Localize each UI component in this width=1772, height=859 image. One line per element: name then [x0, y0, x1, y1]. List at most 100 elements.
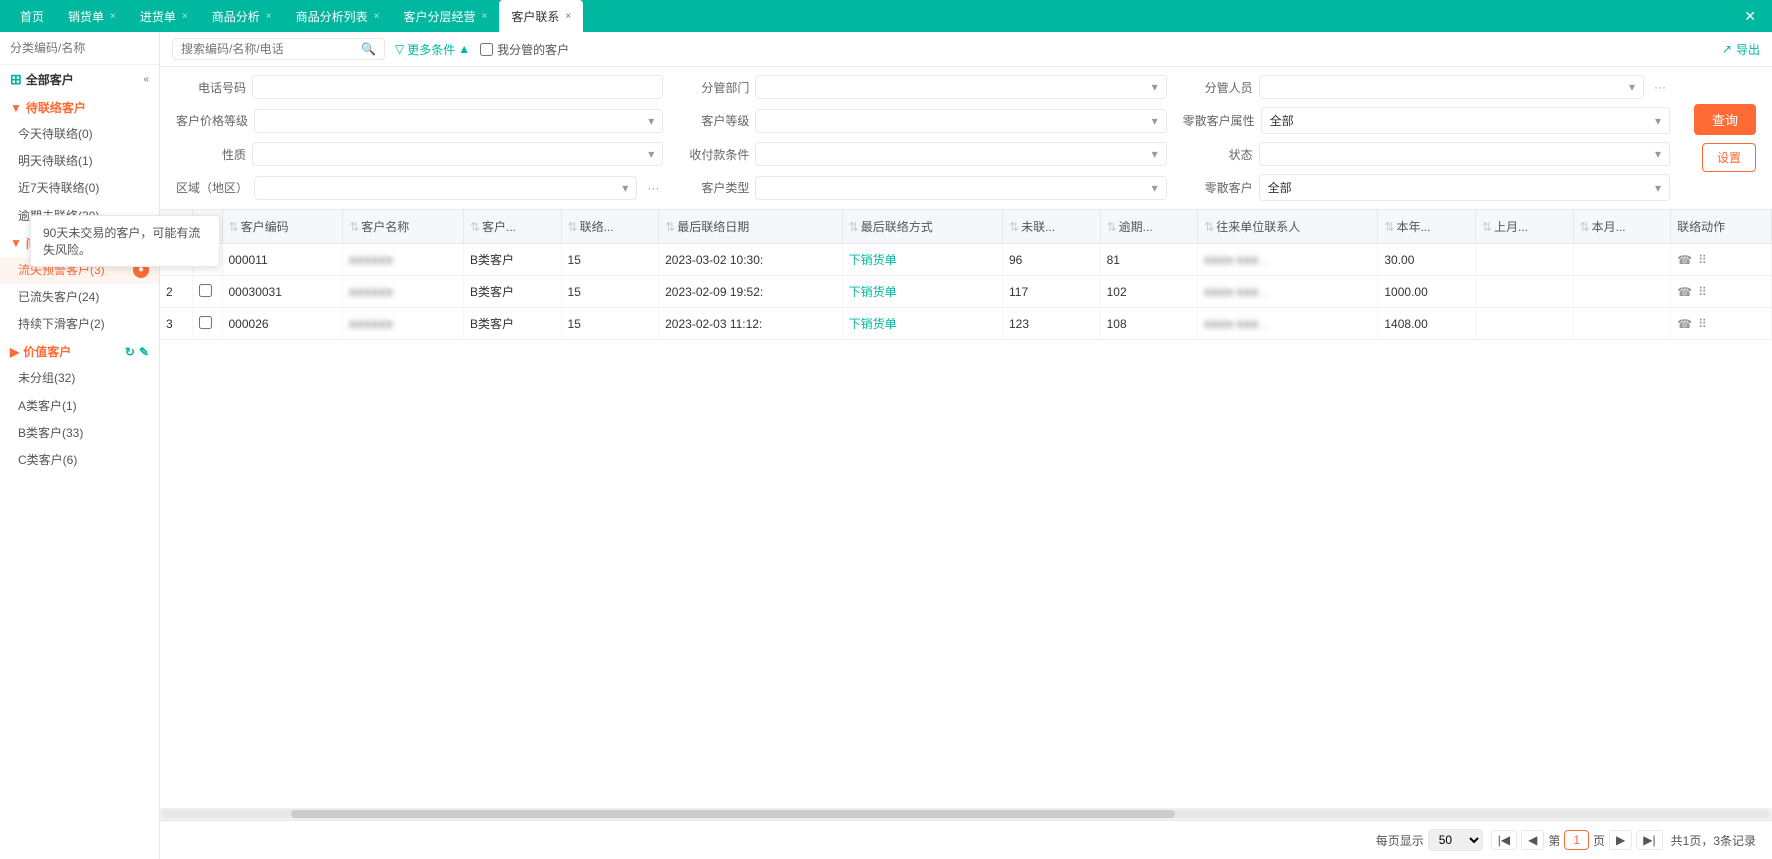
th-overdue[interactable]: ⇅ 逾期... [1100, 210, 1198, 244]
nav-customer-contact[interactable]: 客户联系 × [499, 0, 583, 32]
export-button[interactable]: ↗ 导出 [1722, 41, 1760, 58]
close-analysis-tab[interactable]: × [266, 11, 272, 22]
first-page-btn[interactable]: |◀ [1491, 830, 1517, 850]
filter-row-4: 区域（地区） ▾ ··· 客户类型 ▾ [176, 174, 1686, 201]
more-action-icon[interactable]: ⠿ [1698, 285, 1707, 299]
th-last-date[interactable]: ⇅ 最后联络日期 [659, 210, 843, 244]
sidebar-item-class-a[interactable]: A类客户(1) [0, 393, 159, 420]
th-this-month[interactable]: ⇅ 本月... [1573, 210, 1671, 244]
query-button[interactable]: 查询 [1694, 104, 1756, 135]
nav-purchase[interactable]: 进货单 × [128, 0, 200, 32]
filter-nature-select[interactable]: ▾ [252, 142, 663, 166]
row-checkbox[interactable] [199, 316, 212, 329]
filter-price-grade-select[interactable]: ▾ [254, 109, 663, 133]
cell-overdue: 108 [1100, 308, 1198, 340]
content-area: 🔍 ▽ 更多条件 ▲ 我分管的客户 ↗ 导出 [160, 32, 1772, 859]
row-checkbox[interactable] [199, 284, 212, 297]
filter-phone: 电话号码 [176, 75, 679, 99]
nav-analysis[interactable]: 商品分析 × [200, 0, 284, 32]
th-name[interactable]: ⇅ 客户名称 [343, 210, 464, 244]
my-customers-checkbox[interactable]: 我分管的客户 [480, 41, 569, 58]
next-page-btn[interactable]: ▶ [1609, 830, 1632, 850]
th-type[interactable]: ⇅ 客户... [463, 210, 561, 244]
settings-button[interactable]: 设置 [1702, 143, 1756, 172]
section-pending-contact[interactable]: ▼ 待联络客户 [0, 94, 159, 121]
filter-phone-input[interactable] [252, 75, 663, 99]
filter-person-select[interactable]: ▾ [1259, 75, 1644, 99]
filter-scatter-select[interactable]: 全部 ▾ [1259, 174, 1670, 201]
more-conditions-btn[interactable]: ▽ 更多条件 ▲ [395, 41, 470, 58]
contact-icon[interactable]: ☎ [1677, 285, 1692, 299]
filter-person-dots[interactable]: ··· [1650, 80, 1670, 94]
sidebar-item-today[interactable]: 今天待联络(0) [0, 121, 159, 148]
customer-name-blurred: ■■■■■■ [349, 285, 393, 299]
filter-dept-select[interactable]: ▾ [755, 75, 1166, 99]
cell-person: ■■■■ ■■■... [1198, 308, 1378, 340]
last-method-link[interactable]: 下销货单 [849, 253, 897, 267]
close-customer-tier-tab[interactable]: × [481, 11, 487, 22]
th-last-month[interactable]: ⇅ 上月... [1475, 210, 1573, 244]
refresh-icon[interactable]: ↻ [125, 345, 135, 359]
last-method-link[interactable]: 下销货单 [849, 285, 897, 299]
filter-scatter: 零散客户 全部 ▾ [1183, 174, 1686, 201]
filter-status-label: 状态 [1183, 146, 1253, 163]
sidebar-item-unclassified[interactable]: 未分组(32) [0, 365, 159, 392]
nav-home[interactable]: 首页 [8, 0, 56, 32]
contact-icon[interactable]: ☎ [1677, 317, 1692, 331]
th-last-method[interactable]: ⇅ 最后联络方式 [842, 210, 1002, 244]
prev-page-btn[interactable]: ◀ [1521, 830, 1544, 850]
filter-customer-type-select[interactable]: ▾ [755, 176, 1166, 200]
sidebar-item-tomorrow[interactable]: 明天待联络(1) [0, 148, 159, 175]
sidebar-item-class-c[interactable]: C类客户(6) [0, 447, 159, 474]
th-contact[interactable]: ⇅ 联络... [561, 210, 659, 244]
filter-grade-select[interactable]: ▾ [755, 109, 1166, 133]
main-search-input[interactable] [181, 42, 361, 56]
sidebar-search-input[interactable] [10, 41, 160, 55]
filter-phone-label: 电话号码 [176, 79, 246, 96]
close-customer-contact-tab[interactable]: × [565, 11, 571, 22]
th-not-contact[interactable]: ⇅ 未联... [1003, 210, 1101, 244]
nav-analysis-list[interactable]: 商品分析列表 × [284, 0, 392, 32]
scroll-thumb [291, 810, 1175, 818]
last-method-link[interactable]: 下销货单 [849, 317, 897, 331]
filter-payment-select[interactable]: ▾ [755, 142, 1166, 166]
sidebar-item-declining[interactable]: 持续下滑客户(2) [0, 311, 159, 338]
grid-icon: ⊞ [10, 71, 22, 88]
contact-icon[interactable]: ☎ [1677, 253, 1692, 267]
nav-customer-tier[interactable]: 客户分层经营 × [391, 0, 499, 32]
section-value-customers[interactable]: ▶ 价值客户 ↻ ✎ [0, 338, 159, 365]
filter-scatter-prop-select[interactable]: 全部 ▾ [1261, 107, 1670, 134]
th-person[interactable]: ⇅ 往来单位联系人 [1198, 210, 1378, 244]
th-this-year[interactable]: ⇅ 本年... [1378, 210, 1476, 244]
sidebar-item-churned[interactable]: 已流失客户(24) [0, 284, 159, 311]
sidebar: 🔍 ⊞ 全部客户 « ▼ 待联络客户 今天待联络(0) 明天待联络(1) 近7天… [0, 32, 160, 859]
horizontal-scrollbar[interactable] [160, 808, 1772, 820]
cell-type: B类客户 [463, 276, 561, 308]
my-customers-check[interactable] [480, 43, 493, 56]
filter-status-select[interactable]: ▾ [1259, 142, 1670, 166]
edit-icon[interactable]: ✎ [139, 345, 149, 359]
filter-region-select[interactable]: ▾ [254, 176, 637, 200]
nav-sales[interactable]: 销货单 × [56, 0, 128, 32]
sidebar-item-class-b[interactable]: B类客户(33) [0, 420, 159, 447]
search-icon[interactable]: 🔍 [361, 42, 376, 56]
last-page-btn[interactable]: ▶| [1636, 830, 1662, 850]
all-customers-header[interactable]: ⊞ 全部客户 « [0, 65, 159, 94]
more-action-icon[interactable]: ⠿ [1698, 317, 1707, 331]
cell-checkbox[interactable] [192, 276, 222, 308]
filter-icon: ▽ [395, 42, 404, 56]
per-page-select[interactable]: 50 100 200 [1428, 829, 1483, 851]
person-blurred: ■■■■ ■■■... [1204, 253, 1268, 267]
cell-checkbox[interactable] [192, 308, 222, 340]
close-purchase-tab[interactable]: × [182, 11, 188, 22]
window-close-button[interactable]: ✕ [1736, 8, 1764, 25]
th-code[interactable]: ⇅ 客户编码 [222, 210, 343, 244]
filter-dept-label: 分管部门 [679, 79, 749, 96]
filter-region-dots[interactable]: ··· [643, 181, 663, 195]
close-sales-tab[interactable]: × [110, 11, 116, 22]
payment-dropdown-icon: ▾ [1152, 147, 1158, 161]
close-analysis-list-tab[interactable]: × [374, 11, 380, 22]
filter-dept: 分管部门 ▾ [679, 75, 1182, 99]
sidebar-item-7days[interactable]: 近7天待联络(0) [0, 175, 159, 202]
more-action-icon[interactable]: ⠿ [1698, 253, 1707, 267]
